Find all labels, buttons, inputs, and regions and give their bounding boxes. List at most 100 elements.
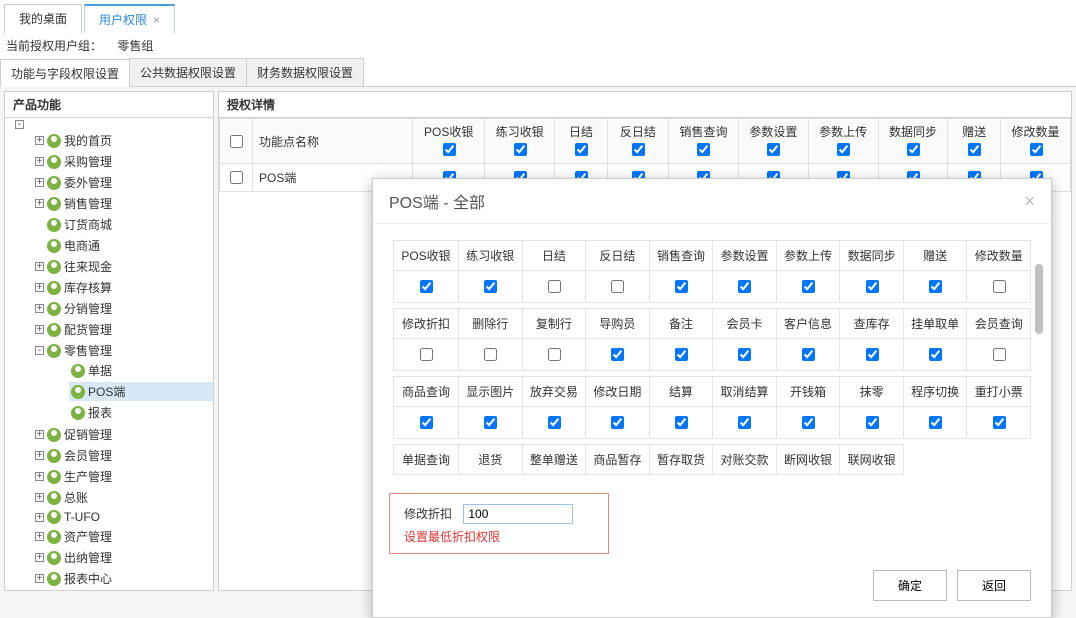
opt-checkbox[interactable] bbox=[866, 416, 879, 429]
tree-label: 配货管理 bbox=[64, 321, 112, 338]
tree-item[interactable]: +分销管理 bbox=[33, 299, 213, 318]
caret-icon[interactable]: + bbox=[35, 493, 44, 502]
caret-icon[interactable]: - bbox=[35, 346, 44, 355]
opt-checkbox[interactable] bbox=[738, 280, 751, 293]
tab-我的桌面[interactable]: 我的桌面 bbox=[4, 4, 82, 33]
opt-checkbox[interactable] bbox=[675, 348, 688, 361]
tree-item[interactable]: +资产管理 bbox=[33, 527, 213, 546]
close-icon[interactable]: × bbox=[1024, 191, 1035, 212]
opt-checkbox[interactable] bbox=[738, 416, 751, 429]
col-checkbox[interactable] bbox=[907, 143, 920, 156]
modal-title: POS端 - 全部 bbox=[389, 189, 485, 213]
caret-icon[interactable]: + bbox=[35, 532, 44, 541]
opt-checkbox[interactable] bbox=[548, 348, 561, 361]
tree-item[interactable]: +我的首页 bbox=[33, 131, 213, 150]
col-checkbox[interactable] bbox=[1030, 143, 1043, 156]
caret-icon[interactable]: + bbox=[35, 451, 44, 460]
tree-item[interactable]: +会员管理 bbox=[33, 446, 213, 465]
tree-item[interactable]: + 配货管理 bbox=[33, 320, 213, 339]
tree-label: 报表中心 bbox=[64, 570, 112, 587]
tree-item[interactable]: +委外管理 bbox=[33, 173, 213, 192]
opt-checkbox[interactable] bbox=[611, 348, 624, 361]
caret-icon[interactable]: + bbox=[35, 178, 44, 187]
opt-checkbox[interactable] bbox=[420, 416, 433, 429]
opt-checkbox[interactable] bbox=[611, 416, 624, 429]
opt-checkbox[interactable] bbox=[484, 416, 497, 429]
caret-icon[interactable]: + bbox=[35, 325, 44, 334]
opt-checkbox[interactable] bbox=[929, 416, 942, 429]
tree-item[interactable]: 单据 bbox=[69, 361, 213, 380]
row-checkbox[interactable] bbox=[230, 171, 243, 184]
tree-item[interactable]: +往来现金 bbox=[33, 257, 213, 276]
folder-icon bbox=[47, 155, 61, 169]
opt-checkbox[interactable] bbox=[993, 416, 1006, 429]
opt-checkbox[interactable] bbox=[802, 280, 815, 293]
caret-icon[interactable]: + bbox=[35, 472, 44, 481]
subtab[interactable]: 功能与字段权限设置 bbox=[0, 59, 130, 87]
caret-icon[interactable]: + bbox=[35, 283, 44, 292]
tree-item[interactable]: +促销管理 bbox=[33, 425, 213, 444]
caret-icon[interactable]: + bbox=[35, 430, 44, 439]
detail-title: 授权详情 bbox=[219, 92, 1071, 118]
caret-icon[interactable]: + bbox=[35, 199, 44, 208]
caret-icon[interactable]: + bbox=[35, 513, 44, 522]
col-checkbox[interactable] bbox=[514, 143, 527, 156]
tree-item[interactable]: 电商通 bbox=[33, 236, 213, 255]
caret-icon[interactable]: + bbox=[35, 553, 44, 562]
caret-icon[interactable]: + bbox=[35, 304, 44, 313]
caret-icon[interactable]: + bbox=[35, 262, 44, 271]
opt-checkbox[interactable] bbox=[420, 280, 433, 293]
opt-checkbox[interactable] bbox=[548, 280, 561, 293]
tree-item[interactable]: 报表 bbox=[69, 403, 213, 422]
opt-checkbox[interactable] bbox=[484, 348, 497, 361]
close-icon[interactable]: × bbox=[153, 13, 160, 27]
tree-item[interactable]: +生产管理 bbox=[33, 467, 213, 486]
tree-item[interactable]: +云应用 bbox=[33, 590, 213, 591]
tree-item[interactable]: -零售管理 bbox=[33, 341, 213, 360]
tree-item[interactable]: +销售管理 bbox=[33, 194, 213, 213]
subtab[interactable]: 公共数据权限设置 bbox=[129, 58, 247, 86]
scrollbar[interactable] bbox=[1035, 244, 1045, 473]
caret-icon[interactable]: + bbox=[35, 157, 44, 166]
col-checkbox[interactable] bbox=[697, 143, 710, 156]
tree-item[interactable]: 订货商城 bbox=[33, 215, 213, 234]
tree-item[interactable]: +T-UFO bbox=[33, 509, 213, 525]
opt-checkbox[interactable] bbox=[548, 416, 561, 429]
opt-checkbox[interactable] bbox=[993, 280, 1006, 293]
opt-checkbox[interactable] bbox=[866, 348, 879, 361]
col-checkbox[interactable] bbox=[767, 143, 780, 156]
caret-icon[interactable]: + bbox=[35, 136, 44, 145]
opt-checkbox[interactable] bbox=[866, 280, 879, 293]
tree-item[interactable]: + 报表中心 bbox=[33, 569, 213, 588]
opt-checkbox[interactable] bbox=[420, 348, 433, 361]
subtab[interactable]: 财务数据权限设置 bbox=[246, 58, 364, 86]
opt-checkbox[interactable] bbox=[802, 348, 815, 361]
opt-checkbox[interactable] bbox=[484, 280, 497, 293]
col-checkbox[interactable] bbox=[443, 143, 456, 156]
col-checkbox[interactable] bbox=[968, 143, 981, 156]
discount-input[interactable] bbox=[463, 504, 573, 524]
opt-checkbox[interactable] bbox=[929, 348, 942, 361]
tree-item[interactable]: +库存核算 bbox=[33, 278, 213, 297]
tab-用户权限[interactable]: 用户权限× bbox=[84, 4, 175, 33]
opt-checkbox[interactable] bbox=[675, 280, 688, 293]
opt-checkbox[interactable] bbox=[675, 416, 688, 429]
opt-checkbox[interactable] bbox=[738, 348, 751, 361]
tree-root-row[interactable]: - bbox=[13, 119, 213, 130]
cancel-button[interactable]: 返回 bbox=[957, 570, 1031, 601]
opt-checkbox[interactable] bbox=[611, 280, 624, 293]
caret-icon[interactable]: - bbox=[15, 120, 24, 129]
select-all-checkbox[interactable] bbox=[230, 135, 243, 148]
tree-item[interactable]: POS端 bbox=[69, 382, 213, 401]
caret-icon[interactable]: + bbox=[35, 574, 44, 583]
opt-checkbox[interactable] bbox=[802, 416, 815, 429]
ok-button[interactable]: 确定 bbox=[873, 570, 947, 601]
tree-item[interactable]: +采购管理 bbox=[33, 152, 213, 171]
col-checkbox[interactable] bbox=[837, 143, 850, 156]
tree-item[interactable]: +总账 bbox=[33, 488, 213, 507]
tree-item[interactable]: +出纳管理 bbox=[33, 548, 213, 567]
col-checkbox[interactable] bbox=[575, 143, 588, 156]
opt-checkbox[interactable] bbox=[929, 280, 942, 293]
col-checkbox[interactable] bbox=[632, 143, 645, 156]
opt-checkbox[interactable] bbox=[993, 348, 1006, 361]
